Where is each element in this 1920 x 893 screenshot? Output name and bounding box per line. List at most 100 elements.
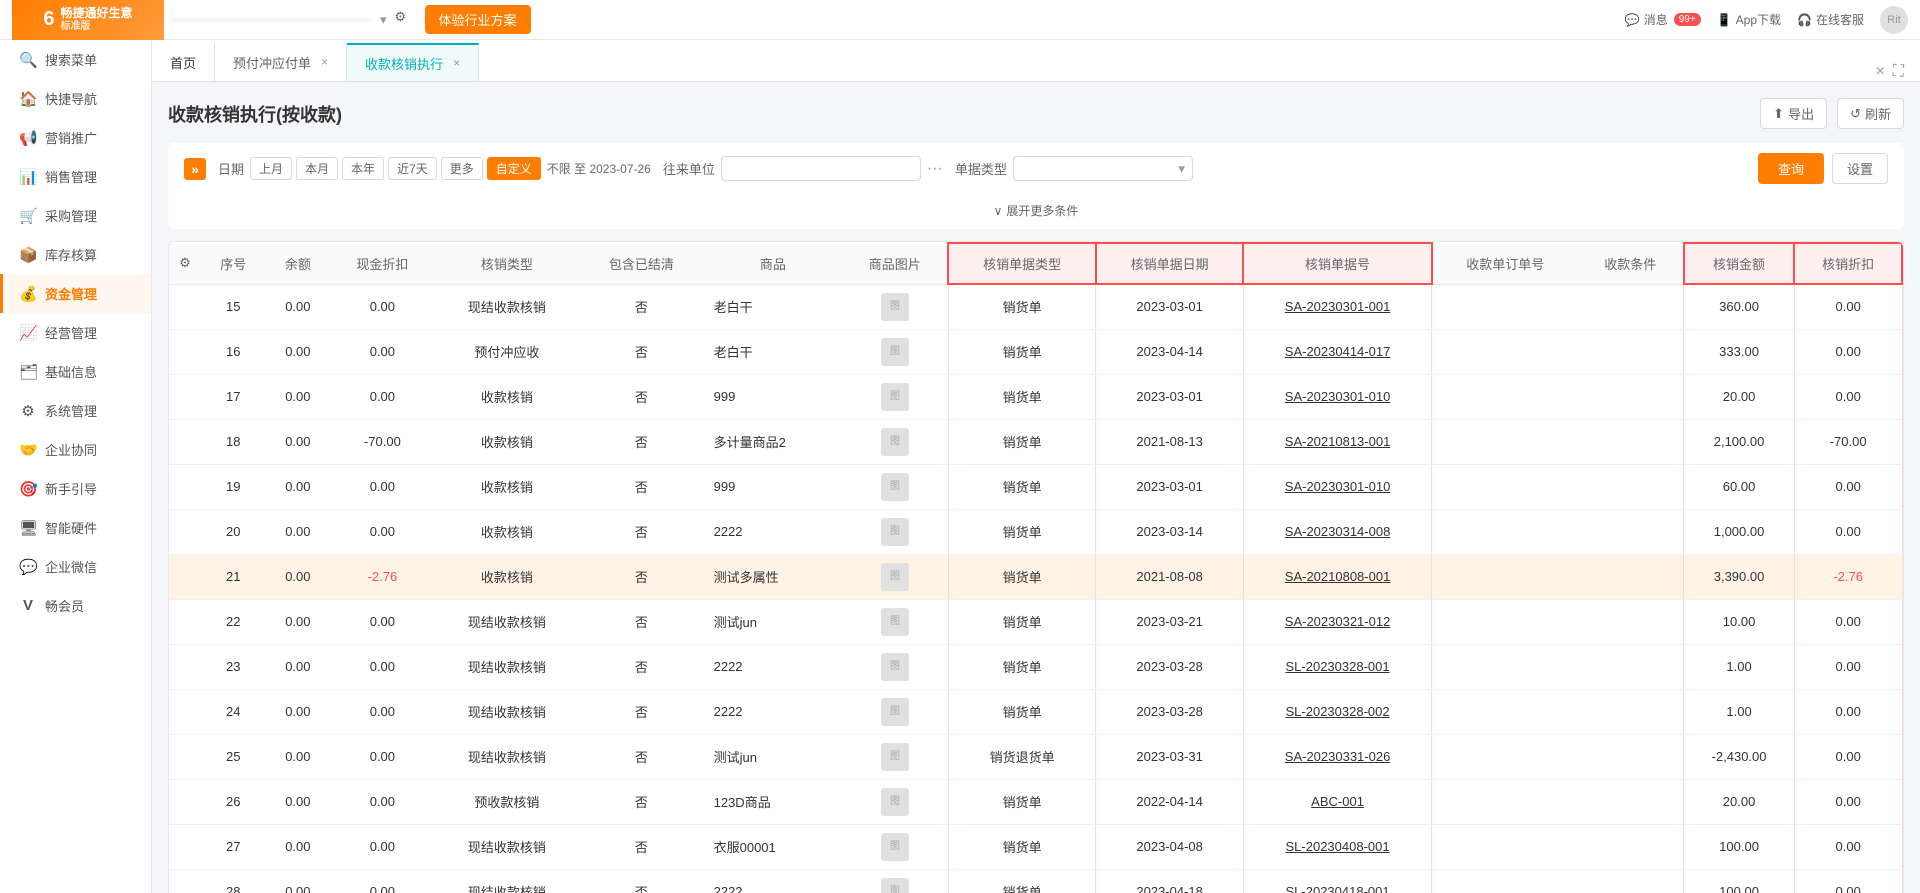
verify-doc-no-cell[interactable]: SA-20230331-026 <box>1243 734 1431 779</box>
refresh-button[interactable]: ↺ 刷新 <box>1837 98 1904 129</box>
sidebar-item-operation[interactable]: 📈 经营管理 <box>0 313 151 352</box>
settings-cell <box>169 554 201 599</box>
sidebar-item-member[interactable]: V 畅会员 <box>0 586 151 625</box>
product-cell: 999 <box>704 374 843 419</box>
table-settings-icon[interactable]: ⚙ <box>179 255 191 270</box>
seq-cell: 25 <box>201 734 266 779</box>
verify-doc-no-cell[interactable]: SA-20230301-001 <box>1243 284 1431 329</box>
marketing-icon: 📢 <box>19 129 37 147</box>
sidebar-item-wechat[interactable]: 💬 企业微信 <box>0 547 151 586</box>
product-cell: 老白干 <box>704 329 843 374</box>
verify-doc-no-cell[interactable]: SA-20230321-012 <box>1243 599 1431 644</box>
cash-discount-cell: 0.00 <box>330 689 435 734</box>
sidebar-item-finance[interactable]: 💰 资金管理 <box>0 274 151 313</box>
tab-home[interactable]: 首页 <box>152 43 215 81</box>
main-content: 首页 预付冲应付单 × 收款核销执行 × × ⛶ 收款核销执行(按收款) <box>152 40 1920 893</box>
product-img-cell: 图 <box>842 554 948 599</box>
included-settled-cell: 否 <box>579 734 704 779</box>
sidebar-item-marketing[interactable]: 📢 营销推广 <box>0 118 151 157</box>
verify-doc-no-cell[interactable]: SA-20230314-008 <box>1243 509 1431 554</box>
tab-expand-icon[interactable]: ⛶ <box>1893 63 1904 81</box>
sidebar-item-inventory[interactable]: 📦 库存核算 <box>0 235 151 274</box>
setting-button[interactable]: 设置 <box>1832 153 1888 184</box>
filter-expand-button[interactable]: » <box>184 158 206 180</box>
avatar[interactable]: Rit <box>1880 6 1908 34</box>
tab-prepay-close[interactable]: × <box>321 55 328 69</box>
verify-type-cell: 现结收款核销 <box>435 869 579 893</box>
sidebar-item-guide[interactable]: 🎯 新手引导 <box>0 469 151 508</box>
date-btn-last-month[interactable]: 上月 <box>250 157 292 180</box>
tab-collection[interactable]: 收款核销执行 × <box>347 43 479 81</box>
date-btn-more[interactable]: 更多 <box>441 157 483 180</box>
th-verify-doc-no: 核销单据号 <box>1243 243 1431 284</box>
sidebar-item-system[interactable]: ⚙ 系统管理 <box>0 391 151 430</box>
balance-cell: 0.00 <box>266 824 331 869</box>
verify-type-cell: 现结收款核销 <box>435 734 579 779</box>
verify-doc-no-cell[interactable]: SL-20230418-001 <box>1243 869 1431 893</box>
date-btn-7days[interactable]: 近7天 <box>388 157 437 180</box>
verify-doc-no-cell[interactable]: SL-20230328-001 <box>1243 644 1431 689</box>
verify-amount-cell: 2,100.00 <box>1684 419 1795 464</box>
product-cell: 测试jun <box>704 599 843 644</box>
settings-cell <box>169 509 201 554</box>
verify-doc-no-cell[interactable]: SA-20210813-001 <box>1243 419 1431 464</box>
main-layout: 🔍 搜索菜单 🏠 快捷导航 📢 营销推广 📊 销售管理 🛒 采购管理 📦 <box>0 40 1920 893</box>
verify-discount-cell: 0.00 <box>1794 779 1902 824</box>
verify-amount-cell: 100.00 <box>1684 824 1795 869</box>
tab-close-all-icon[interactable]: × <box>1875 63 1884 81</box>
search-icon: 🔍 <box>19 51 37 69</box>
date-btn-custom[interactable]: 自定义 <box>487 157 541 180</box>
verify-doc-no-cell[interactable]: SA-20230301-010 <box>1243 374 1431 419</box>
more-conditions-btn[interactable]: ∨ 展开更多条件 <box>994 202 1079 219</box>
seq-cell: 22 <box>201 599 266 644</box>
verify-doc-no-cell[interactable]: ABC-001 <box>1243 779 1431 824</box>
receipt-type-select[interactable] <box>1013 156 1193 181</box>
verify-doc-no-cell[interactable]: SL-20230408-001 <box>1243 824 1431 869</box>
receipt-order-no-cell <box>1432 689 1578 734</box>
verify-amount-cell: 60.00 <box>1684 464 1795 509</box>
message-group[interactable]: 💬 消息 99+ <box>1625 11 1701 28</box>
verify-amount-cell: 3,390.00 <box>1684 554 1795 599</box>
verify-doc-no-cell[interactable]: SA-20230301-010 <box>1243 464 1431 509</box>
receipt-order-no-cell <box>1432 869 1578 893</box>
dropdown-icon[interactable]: ▾ <box>380 12 387 28</box>
tab-collection-close[interactable]: × <box>453 56 460 70</box>
app-download-group[interactable]: 📱 App下载 <box>1717 11 1781 28</box>
sidebar-item-purchase[interactable]: 🛒 采购管理 <box>0 196 151 235</box>
query-button[interactable]: 查询 <box>1758 153 1824 184</box>
sidebar-item-quick-nav[interactable]: 🏠 快捷导航 <box>0 79 151 118</box>
tab-prepay[interactable]: 预付冲应付单 × <box>215 43 347 81</box>
seq-cell: 28 <box>201 869 266 893</box>
verify-doc-date-cell: 2023-03-01 <box>1096 464 1244 509</box>
verify-doc-no-cell[interactable]: SA-20210808-001 <box>1243 554 1431 599</box>
product-img-cell: 图 <box>842 779 948 824</box>
verify-doc-type-cell: 销货单 <box>948 824 1096 869</box>
sidebar-item-hardware[interactable]: 🖥 智能硬件 <box>0 508 151 547</box>
sidebar-item-search[interactable]: 🔍 搜索菜单 <box>0 40 151 79</box>
product-img-cell: 图 <box>842 734 948 779</box>
filter-bar: » 日期 上月 本月 本年 近7天 更多 自定义 不限 至 2023-07-26 <box>168 143 1904 229</box>
receipt-condition-cell <box>1578 554 1684 599</box>
product-img-cell: 图 <box>842 689 948 734</box>
sales-icon: 📊 <box>19 168 37 186</box>
sidebar-item-cooperation[interactable]: 🤝 企业协同 <box>0 430 151 469</box>
verify-doc-no-cell[interactable]: SA-20230414-017 <box>1243 329 1431 374</box>
sidebar-item-sales[interactable]: 📊 销售管理 <box>0 157 151 196</box>
verify-doc-date-cell: 2021-08-13 <box>1096 419 1244 464</box>
date-btn-this-year[interactable]: 本年 <box>342 157 384 180</box>
sidebar-label-cooperation: 企业协同 <box>45 440 97 459</box>
from-unit-input[interactable] <box>721 156 921 181</box>
url-bar[interactable] <box>172 18 372 22</box>
table-scroll: ⚙ 序号 余额 现金折扣 核销类型 包含已结清 商品 商品图片 核销单据类型 <box>169 242 1903 893</box>
export-button[interactable]: ⬆ 导出 <box>1760 98 1827 129</box>
th-verify-type: 核销类型 <box>435 243 579 284</box>
industry-button[interactable]: 体验行业方案 <box>425 5 531 34</box>
online-service-group[interactable]: 🎧 在线客服 <box>1797 11 1864 28</box>
date-btn-this-month[interactable]: 本月 <box>296 157 338 180</box>
from-unit-ellipsis[interactable]: ··· <box>927 160 943 178</box>
sidebar-item-basic[interactable]: 🗂 基础信息 <box>0 352 151 391</box>
receipt-condition-cell <box>1578 869 1684 893</box>
gear-icon[interactable]: ⚙ <box>395 9 417 31</box>
verify-doc-no-cell[interactable]: SL-20230328-002 <box>1243 689 1431 734</box>
hardware-icon: 🖥 <box>19 519 37 537</box>
